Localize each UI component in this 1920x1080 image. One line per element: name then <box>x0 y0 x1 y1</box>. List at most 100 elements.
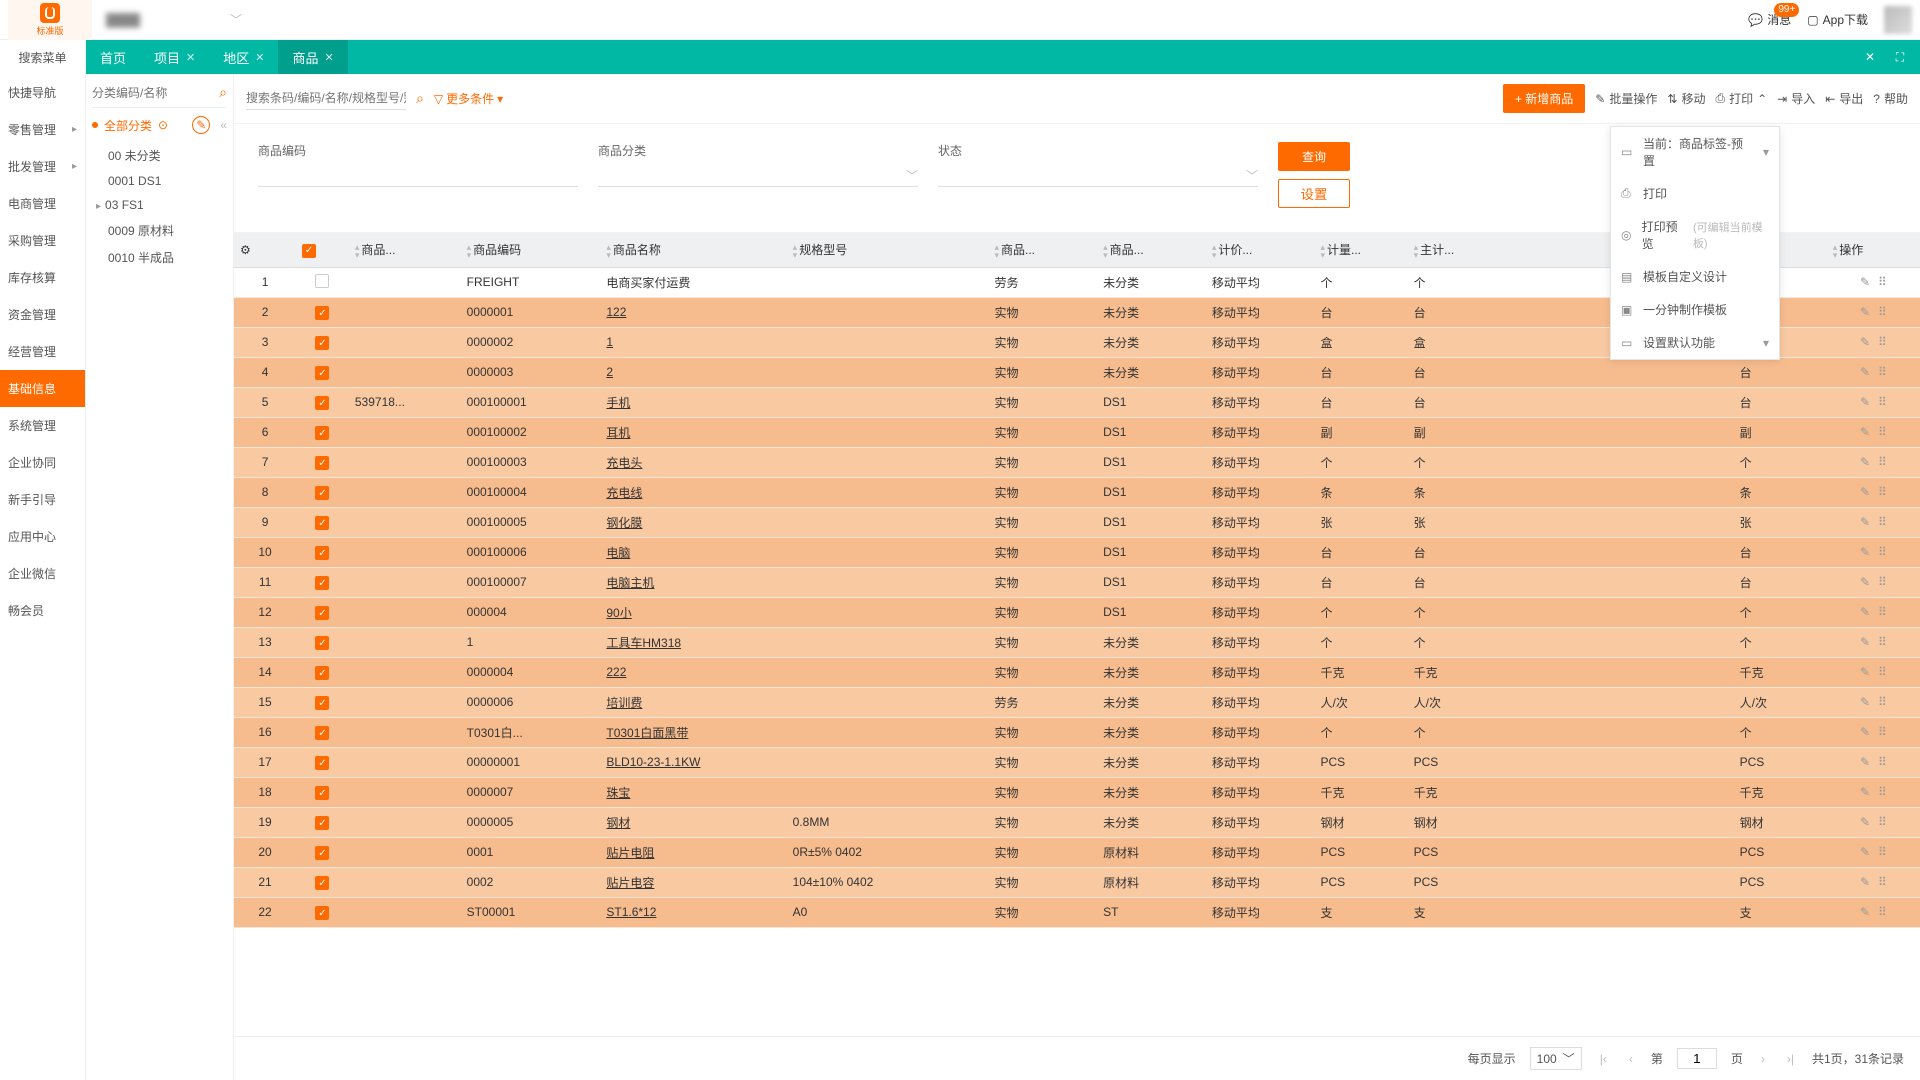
logo[interactable]: 标准版 <box>8 0 92 40</box>
product-name-link[interactable]: 1 <box>606 335 613 349</box>
table-row[interactable]: 6✓000100002耳机实物DS1移动平均副副副✎⠿ <box>234 417 1920 447</box>
row-checkbox[interactable]: ✓ <box>315 876 329 890</box>
column-header[interactable]: ▴▾计量... <box>1314 233 1407 267</box>
edit-icon[interactable]: ✎ <box>192 116 210 134</box>
product-name-link[interactable]: 钢化膜 <box>606 516 642 530</box>
sort-icon[interactable]: ▴▾ <box>1320 243 1325 259</box>
row-checkbox[interactable]: ✓ <box>315 456 329 470</box>
table-row[interactable]: 9✓000100005钢化膜实物DS1移动平均张张张✎⠿ <box>234 507 1920 537</box>
brand-dropdown-label[interactable]: ████ <box>106 13 140 27</box>
row-checkbox[interactable]: ✓ <box>315 546 329 560</box>
tab-地区[interactable]: 地区✕ <box>209 40 278 74</box>
tab-项目[interactable]: 项目✕ <box>140 40 209 74</box>
column-header[interactable]: ▴▾商品编码 <box>461 233 601 267</box>
column-header[interactable]: ▴▾商品名称 <box>600 233 786 267</box>
move-button[interactable]: ⇅移动 <box>1667 90 1705 107</box>
product-name-link[interactable]: 电脑 <box>606 546 630 560</box>
export-button[interactable]: ⇤导出 <box>1825 90 1863 107</box>
product-name-link[interactable]: 珠宝 <box>606 786 630 800</box>
column-header[interactable]: ▴▾主计... <box>1408 233 1501 267</box>
tab-商品[interactable]: 商品✕ <box>278 40 347 74</box>
more-filters-button[interactable]: ▽ 更多条件 ▾ <box>434 90 503 107</box>
edit-icon[interactable]: ✎ <box>1860 515 1870 529</box>
edit-icon[interactable]: ✎ <box>1860 635 1870 649</box>
tree-node[interactable]: 0010 半成品 <box>92 244 227 271</box>
product-name-link[interactable]: 电脑主机 <box>606 576 654 590</box>
import-button[interactable]: ⇥导入 <box>1777 90 1815 107</box>
row-checkbox[interactable]: ✓ <box>315 306 329 320</box>
sort-icon[interactable]: ▴▾ <box>994 243 999 259</box>
more-icon[interactable]: ⠿ <box>1878 665 1887 679</box>
product-name-link[interactable]: 贴片电容 <box>606 876 654 890</box>
product-name-link[interactable]: 222 <box>606 665 626 679</box>
tree-node[interactable]: 03 FS1 <box>92 193 227 217</box>
filter-status-select[interactable]: ﹀ <box>938 165 1258 187</box>
edit-icon[interactable]: ✎ <box>1860 545 1870 559</box>
more-icon[interactable]: ⠿ <box>1878 815 1887 829</box>
row-checkbox[interactable]: ✓ <box>315 486 329 500</box>
table-row[interactable]: 20✓0001贴片电阻0R±5% 0402实物原材料移动平均PCSPCSPCS✎… <box>234 837 1920 867</box>
gear-icon[interactable]: ⚙ <box>240 243 251 257</box>
more-icon[interactable]: ⠿ <box>1878 485 1887 499</box>
last-page-button[interactable]: ›| <box>1783 1052 1798 1066</box>
page-input[interactable] <box>1677 1048 1717 1069</box>
row-checkbox[interactable]: ✓ <box>315 816 329 830</box>
sidebar-item[interactable]: 电商管理 <box>0 185 85 222</box>
settings-button[interactable]: 设置 <box>1278 179 1350 208</box>
tree-search-input[interactable] <box>92 86 219 100</box>
table-row[interactable]: 5✓539718...000100001手机实物DS1移动平均台台台✎⠿ <box>234 387 1920 417</box>
print-menu-current[interactable]: ▭ 当前：商品标签-预置 ▾ <box>1611 127 1779 177</box>
more-icon[interactable]: ⠿ <box>1878 335 1887 349</box>
row-checkbox[interactable]: ✓ <box>315 636 329 650</box>
more-icon[interactable]: ⠿ <box>1878 305 1887 319</box>
row-checkbox[interactable]: ✓ <box>315 696 329 710</box>
edit-icon[interactable]: ✎ <box>1860 365 1870 379</box>
product-name-link[interactable]: BLD10-23-1.1KW <box>606 755 700 769</box>
app-download-button[interactable]: ▢ App下载 <box>1807 11 1868 28</box>
sort-icon[interactable]: ▴▾ <box>1414 243 1419 259</box>
table-row[interactable]: 21✓0002贴片电容104±10% 0402实物原材料移动平均PCSPCSPC… <box>234 867 1920 897</box>
more-icon[interactable]: ⠿ <box>1878 845 1887 859</box>
edit-icon[interactable]: ✎ <box>1860 425 1870 439</box>
more-icon[interactable]: ⠿ <box>1878 545 1887 559</box>
sort-icon[interactable]: ▴▾ <box>606 243 611 259</box>
filter-category-select[interactable]: ﹀ <box>598 165 918 187</box>
edit-icon[interactable]: ✎ <box>1860 785 1870 799</box>
sidebar-item[interactable]: 系统管理 <box>0 407 85 444</box>
edit-icon[interactable]: ✎ <box>1860 305 1870 319</box>
sidebar-item[interactable]: 采购管理 <box>0 222 85 259</box>
table-row[interactable]: 4✓00000032实物未分类移动平均台台台✎⠿ <box>234 357 1920 387</box>
tree-node[interactable]: 0009 原材料 <box>92 217 227 244</box>
sidebar-item[interactable]: 企业协同 <box>0 444 85 481</box>
row-checkbox[interactable]: ✓ <box>315 666 329 680</box>
sort-icon[interactable]: ▴▾ <box>1103 243 1108 259</box>
product-name-link[interactable]: 钢材 <box>606 816 630 830</box>
row-checkbox[interactable]: ✓ <box>315 396 329 410</box>
first-page-button[interactable]: |‹ <box>1596 1052 1611 1066</box>
sidebar-item[interactable]: 快捷导航 <box>0 74 85 111</box>
more-icon[interactable]: ⠿ <box>1878 425 1887 439</box>
more-icon[interactable]: ⠿ <box>1878 875 1887 889</box>
search-icon[interactable]: ⌕ <box>416 90 424 107</box>
table-row[interactable]: 15✓0000006培训费劳务未分类移动平均人/次人/次人/次✎⠿ <box>234 687 1920 717</box>
collapse-left-icon[interactable]: « <box>220 118 227 132</box>
edit-icon[interactable]: ✎ <box>1860 815 1870 829</box>
edit-icon[interactable]: ✎ <box>1860 485 1870 499</box>
messages-button[interactable]: 💬 消息 99+ <box>1748 11 1791 28</box>
fullscreen-icon[interactable]: ⛶ <box>1890 47 1910 67</box>
print-menu-print[interactable]: ⎙打印 <box>1611 177 1779 210</box>
table-row[interactable]: 16✓T0301白...T0301白面黑带实物未分类移动平均个个个✎⠿ <box>234 717 1920 747</box>
add-product-button[interactable]: + 新增商品 <box>1503 84 1585 113</box>
select-all-checkbox[interactable]: ✓ <box>302 244 316 258</box>
edit-icon[interactable]: ✎ <box>1860 395 1870 409</box>
edit-icon[interactable]: ✎ <box>1860 845 1870 859</box>
product-name-link[interactable]: 工具车HM318 <box>606 636 681 650</box>
filter-code-input[interactable] <box>258 165 578 187</box>
product-name-link[interactable]: 122 <box>606 305 626 319</box>
table-row[interactable]: 12✓00000490小实物DS1移动平均个个个✎⠿ <box>234 597 1920 627</box>
sidebar-item[interactable]: 资金管理 <box>0 296 85 333</box>
sidebar-item[interactable]: 经营管理 <box>0 333 85 370</box>
table-row[interactable]: 18✓0000007珠宝实物未分类移动平均千克千克千克✎⠿ <box>234 777 1920 807</box>
search-icon[interactable]: ⌕ <box>219 84 227 101</box>
close-icon[interactable]: ✕ <box>325 51 334 64</box>
